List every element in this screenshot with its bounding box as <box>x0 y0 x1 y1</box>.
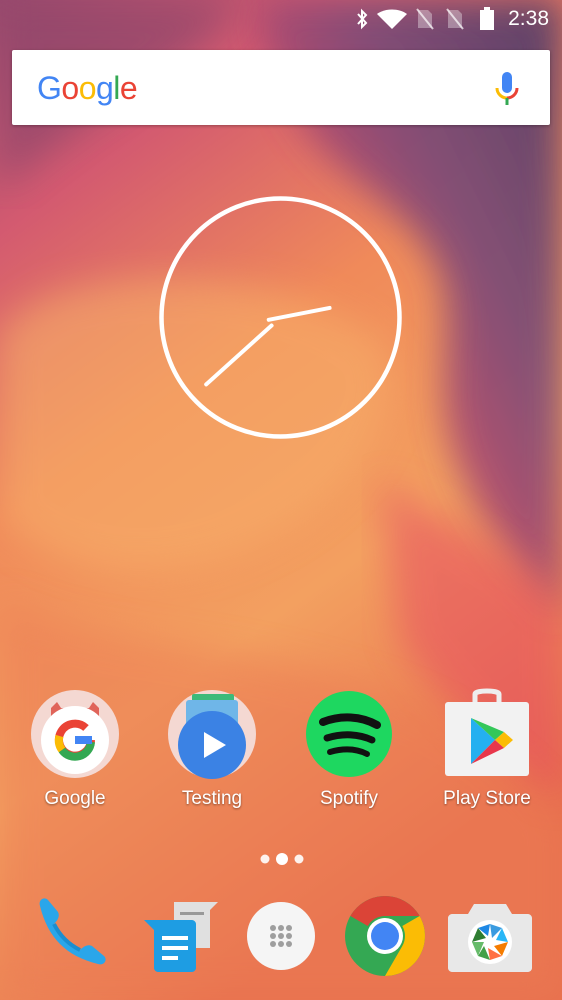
dock-chrome[interactable] <box>339 890 431 982</box>
no-sim-icon <box>446 8 464 30</box>
spotify-icon <box>303 688 395 780</box>
google-logo-letter: l <box>113 70 120 106</box>
mic-icon[interactable] <box>494 72 520 106</box>
phone-icon <box>39 898 106 965</box>
google-logo-letter: G <box>37 70 62 106</box>
app-google-folder[interactable]: Google <box>20 688 130 810</box>
dock-app-drawer[interactable] <box>235 890 327 982</box>
app-label: Play Store <box>443 788 531 809</box>
page-indicator <box>260 853 304 865</box>
status-bar: 2:38 <box>0 0 562 38</box>
app-label: Spotify <box>319 788 379 809</box>
google-search-bar[interactable]: Google <box>12 50 550 125</box>
google-logo-letter: o <box>78 70 97 106</box>
camera-icon <box>448 904 532 972</box>
dock-phone[interactable] <box>26 890 118 982</box>
testing-folder-icon <box>166 688 258 780</box>
bluetooth-icon <box>357 8 368 30</box>
battery-icon <box>480 7 494 30</box>
google-logo: Google <box>37 68 138 108</box>
google-logo-letter: e <box>119 70 138 106</box>
play-store-icon <box>441 688 533 780</box>
app-label: Testing <box>181 788 243 809</box>
google-folder-icon <box>29 688 121 780</box>
app-drawer-icon <box>247 902 315 970</box>
page-dot[interactable] <box>294 854 304 864</box>
wallpaper <box>0 0 562 1000</box>
chrome-icon <box>345 896 425 976</box>
dock-camera[interactable] <box>444 890 536 982</box>
clock-minute-hand <box>204 323 274 387</box>
analog-clock-widget[interactable] <box>158 195 403 440</box>
messages-icon <box>144 902 218 972</box>
clock-hour-hand <box>266 305 332 322</box>
no-sim-icon <box>416 8 434 30</box>
app-play-store[interactable]: Play Store <box>432 688 542 810</box>
app-testing-folder[interactable]: Testing <box>157 688 267 810</box>
app-label: Google <box>44 788 106 809</box>
dock-messages[interactable] <box>136 890 228 982</box>
status-time: 2:38 <box>508 7 549 30</box>
app-spotify[interactable]: Spotify <box>294 688 404 810</box>
google-logo-letter: g <box>95 70 114 106</box>
page-dot[interactable] <box>276 853 288 865</box>
wifi-icon <box>377 9 407 29</box>
google-logo-letter: o <box>61 70 79 106</box>
page-dot[interactable] <box>260 854 270 864</box>
